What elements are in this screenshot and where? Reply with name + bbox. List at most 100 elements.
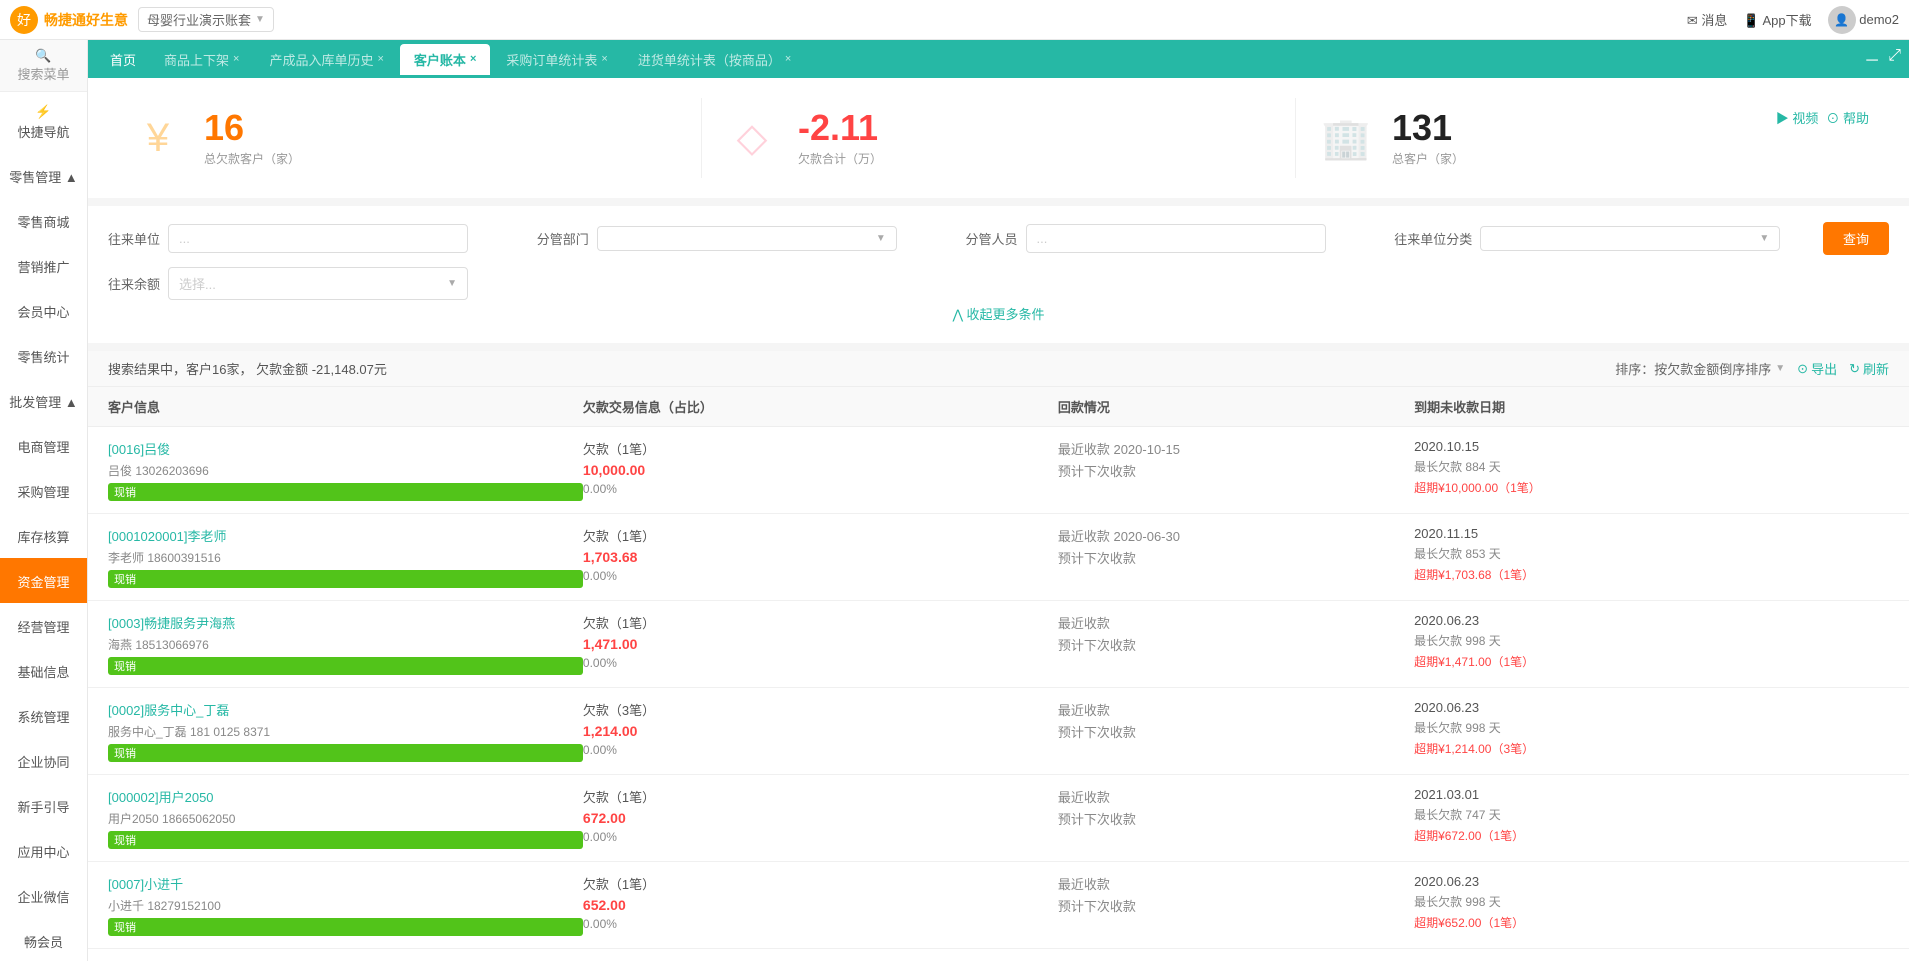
sort-select[interactable]: 排序：按欠款金额倒序排序 ▼: [1615, 359, 1785, 378]
tab-customer-account[interactable]: 客户账本 ×: [400, 44, 490, 75]
dept-label: 分管部门: [537, 229, 589, 248]
store-selector[interactable]: 母婴行业演示账套 ▼: [138, 7, 274, 32]
top-bar-right: ✉ 消息 📱 App下载 👤 demo2: [1687, 6, 1899, 34]
tab-product-listing[interactable]: 商品上下架 ×: [150, 44, 253, 75]
sidebar-item-quick-nav[interactable]: ⚡ 快捷导航: [0, 92, 87, 153]
tab-bar: 首页 商品上下架 × 产成品入库单历史 × 客户账本 × 采购订单统计表 ×: [88, 40, 1909, 78]
results-bar: 搜索结果中，客户16家， 欠款金额 -21,148.07元 排序：按欠款金额倒序…: [88, 351, 1909, 387]
quick-nav-icon: ⚡: [8, 104, 79, 120]
logo-icon: 好: [10, 6, 38, 34]
user-avatar[interactable]: 👤 demo2: [1828, 6, 1899, 34]
help-btn[interactable]: ⊙ 帮助: [1826, 108, 1869, 127]
filter-from-unit: 往来单位 ...: [108, 224, 521, 253]
close-tab-customer[interactable]: ×: [470, 53, 476, 65]
export-btn[interactable]: ⊙ 导出: [1797, 359, 1837, 378]
tab-goods-stats[interactable]: 进货单统计表（按商品） ×: [624, 44, 805, 75]
minimize-icon[interactable]: －: [1864, 47, 1880, 71]
dept-chevron-icon: ▼: [876, 233, 886, 244]
from-unit-input[interactable]: ...: [168, 224, 468, 253]
app-wrapper: 好 畅捷通好生意 母婴行业演示账套 ▼ ✉ 消息 📱 App下载 👤 demo2: [0, 0, 1909, 961]
sidebar-item-vip[interactable]: 畅会员: [0, 918, 87, 961]
sidebar-item-member[interactable]: 会员中心: [0, 288, 87, 333]
dept-select[interactable]: ▼: [597, 226, 897, 251]
sidebar-item-ecommerce[interactable]: 电商管理: [0, 423, 87, 468]
stat-info-total: 131 总客户（家）: [1392, 110, 1464, 167]
from-unit-label: 往来单位: [108, 229, 160, 248]
sidebar-item-system[interactable]: 系统管理: [0, 693, 87, 738]
maximize-icon[interactable]: ⤢: [1888, 47, 1901, 71]
overdue-link-1[interactable]: 超期¥10,000.00（1笔）: [1414, 479, 1889, 496]
person-input[interactable]: ...: [1026, 224, 1326, 253]
status-tag-6: 现销: [108, 918, 583, 936]
close-tab-production[interactable]: ×: [377, 53, 383, 65]
stats-row: ¥ 16 总欠款客户（家） ◇ -2.11 欠款合计（万）: [88, 78, 1909, 198]
customer-info-6: [0007]小进千 小进千 18279152100 现销: [108, 874, 583, 936]
message-icon: ✉: [1687, 13, 1698, 28]
status-tag-2: 现销: [108, 570, 583, 588]
right-panel: 首页 商品上下架 × 产成品入库单历史 × 客户账本 × 采购订单统计表 ×: [88, 40, 1909, 961]
video-btn[interactable]: ▶ 视频: [1776, 108, 1819, 127]
sidebar-item-marketing[interactable]: 营销推广: [0, 243, 87, 288]
table-row: [0007]小进千 小进千 18279152100 现销 欠款（1笔） 652.…: [88, 862, 1909, 949]
app-download-btn[interactable]: 📱 App下载: [1743, 10, 1811, 29]
customer-name-4[interactable]: [0002]服务中心_丁磊: [108, 700, 583, 719]
debt-count-1: 欠款（1笔）: [583, 439, 1058, 458]
sidebar-item-retail-mgmt[interactable]: 零售管理 ▲: [0, 153, 87, 198]
customer-name-6[interactable]: [0007]小进千: [108, 874, 583, 893]
overdue-link-4[interactable]: 超期¥1,214.00（3笔）: [1414, 740, 1889, 757]
customer-info-1: [0016]吕俊 吕俊 13026203696 现销: [108, 439, 583, 501]
tab-home[interactable]: 首页: [96, 44, 150, 75]
customer-name-1[interactable]: [0016]吕俊: [108, 439, 583, 458]
tab-purchase-stats[interactable]: 采购订单统计表 ×: [492, 44, 621, 75]
tab-production-history[interactable]: 产成品入库单历史 ×: [255, 44, 397, 75]
close-tab-purchase[interactable]: ×: [601, 53, 607, 65]
owed-amount-icon: ◇: [722, 108, 782, 168]
overdue-link-2[interactable]: 超期¥1,703.68（1笔）: [1414, 566, 1889, 583]
sort-chevron-icon: ▼: [1775, 363, 1785, 374]
sidebar-item-inventory[interactable]: 库存核算: [0, 513, 87, 558]
collapse-btn[interactable]: ⋀ 收起更多条件: [108, 300, 1889, 327]
sidebar-item-wechat[interactable]: 企业微信: [0, 873, 87, 918]
message-btn[interactable]: ✉ 消息: [1687, 10, 1728, 29]
sidebar-search[interactable]: 🔍 搜索菜单: [0, 40, 87, 92]
sidebar-item-wholesale[interactable]: 批发管理 ▲: [0, 378, 87, 423]
debt-count-2: 欠款（1笔）: [583, 526, 1058, 545]
sidebar-item-app-center[interactable]: 应用中心: [0, 828, 87, 873]
status-tag-3: 现销: [108, 657, 583, 675]
overdue-link-6[interactable]: 超期¥652.00（1笔）: [1414, 914, 1889, 931]
overdue-info-2: 2020.11.15 最长欠款 853 天 超期¥1,703.68（1笔）: [1414, 526, 1889, 588]
phone-icon: 📱: [1743, 13, 1759, 28]
balance-select[interactable]: 选择... ▼: [168, 267, 468, 300]
recover-info-1: 最近收款 2020-10-15 预计下次收款: [1058, 439, 1414, 501]
sidebar-item-enterprise[interactable]: 企业协同: [0, 738, 87, 783]
customer-info-5: [000002]用户2050 用户2050 18665062050 现销: [108, 787, 583, 849]
sidebar-item-retail-mall[interactable]: 零售商城: [0, 198, 87, 243]
close-tab-product[interactable]: ×: [233, 53, 239, 65]
debt-amount-6: 652.00: [583, 897, 1058, 913]
overdue-link-5[interactable]: 超期¥672.00（1笔）: [1414, 827, 1889, 844]
owed-amount-label: 欠款合计（万）: [798, 150, 882, 167]
owed-customers-label: 总欠款客户（家）: [204, 150, 300, 167]
customer-name-5[interactable]: [000002]用户2050: [108, 787, 583, 806]
sidebar-item-retail-stats[interactable]: 零售统计: [0, 333, 87, 378]
customer-name-3[interactable]: [0003]畅捷服务尹海燕: [108, 613, 583, 632]
customer-name-2[interactable]: [0001020001]李老师: [108, 526, 583, 545]
sidebar-item-basic-info[interactable]: 基础信息: [0, 648, 87, 693]
sidebar-item-guide[interactable]: 新手引导: [0, 783, 87, 828]
refresh-btn[interactable]: ↻ 刷新: [1849, 359, 1889, 378]
sidebar-item-purchase[interactable]: 采购管理: [0, 468, 87, 513]
close-tab-goods[interactable]: ×: [785, 53, 791, 65]
total-customers-number: 131: [1392, 110, 1464, 146]
recover-info-3: 最近收款 预计下次收款: [1058, 613, 1414, 675]
col-header-debt: 欠款交易信息（占比）: [583, 397, 1058, 416]
sidebar-item-operations[interactable]: 经营管理: [0, 603, 87, 648]
overdue-link-3[interactable]: 超期¥1,471.00（1笔）: [1414, 653, 1889, 670]
store-name: 母婴行业演示账套: [147, 10, 251, 29]
debt-ratio-2: 0.00%: [583, 569, 1058, 583]
sidebar-item-finance[interactable]: 资金管理: [0, 558, 87, 603]
unit-class-select[interactable]: ▼: [1480, 226, 1780, 251]
main-layout: 🔍 搜索菜单 ⚡ 快捷导航 零售管理 ▲ 零售商城 营销推广 会员中心 零售统计: [0, 40, 1909, 961]
filter-person: 分管人员 ...: [966, 224, 1379, 253]
total-customers-label: 总客户（家）: [1392, 150, 1464, 167]
search-button[interactable]: 查询: [1823, 222, 1889, 255]
